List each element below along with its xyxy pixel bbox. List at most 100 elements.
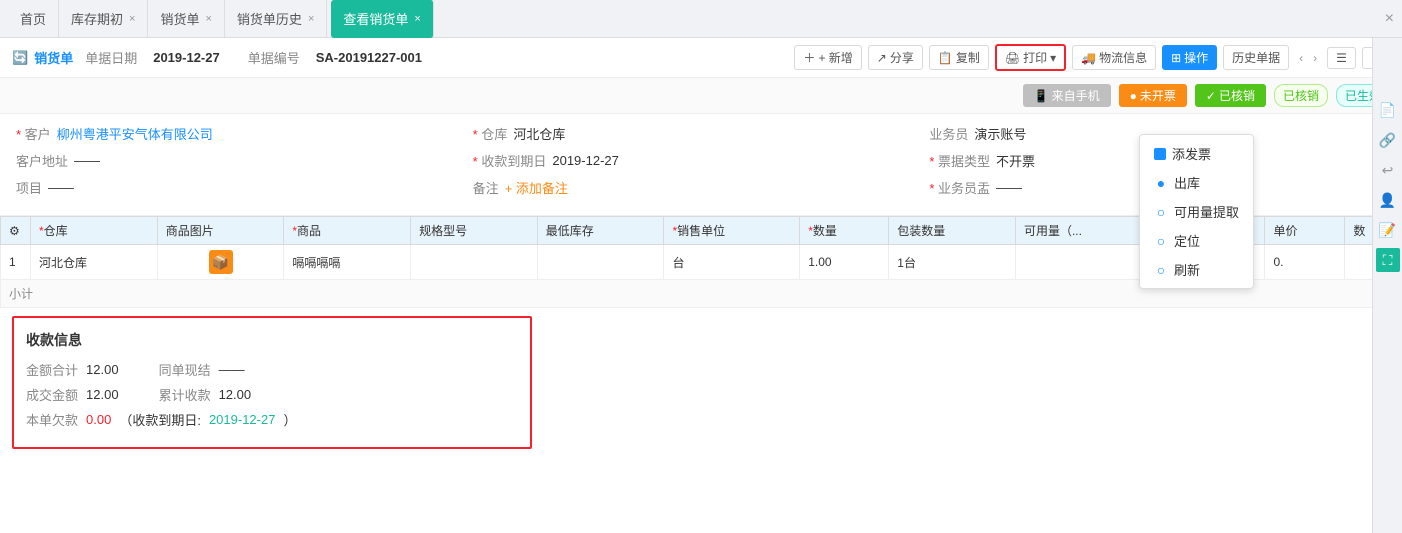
sidebar-icon-return[interactable]: ↩	[1376, 158, 1400, 182]
payment-row-1: 金额合计 12.00 同单现结 ——	[26, 360, 518, 379]
staff-value: 演示账号	[974, 124, 1026, 143]
row-product: 嗝嗝嗝嗝	[284, 245, 411, 280]
operations-button[interactable]: ⊞ 操作	[1162, 45, 1217, 70]
warehouse-value: 河北仓库	[513, 124, 565, 143]
nav-arrows: ‹ ›	[1295, 49, 1321, 67]
col-product: *商品	[284, 217, 411, 245]
refresh-icon: ○	[1154, 263, 1168, 277]
tab-sales-order[interactable]: 销货单 ×	[148, 0, 224, 38]
operations-dropdown: 添发票 ● 出库 ○ 可用量提取 ○ 定位 ○ 刷新	[1139, 134, 1254, 289]
next-arrow[interactable]: ›	[1309, 49, 1321, 67]
number-value: SA-20191227-001	[316, 50, 422, 65]
payment-title: 收款信息	[26, 330, 518, 350]
row-min-stock	[537, 245, 664, 280]
project-field: 项目 ——	[16, 178, 473, 197]
arrears-label: 本单欠款	[26, 410, 78, 429]
add-icon: ＋	[803, 49, 815, 66]
dropdown-available-qty[interactable]: ○ 可用量提取	[1140, 197, 1253, 226]
dropdown-add-invoice[interactable]: 添发票	[1140, 139, 1253, 168]
customer-label: 客户	[16, 124, 51, 143]
tab-view-sales-order[interactable]: 查看销货单 ×	[331, 0, 433, 38]
tab-bar: 首页 库存期初 × 销货单 × 销货单历史 × 查看销货单 × ×	[0, 0, 1402, 38]
operations-icon: ⊞	[1171, 51, 1181, 65]
sold-badge: 已核销	[1274, 84, 1328, 107]
action-bar: 📱 来自手机 ● 未开票 ✓ 已核销 已核销 已生效	[0, 78, 1402, 114]
share-button[interactable]: ↗ 分享	[868, 45, 923, 70]
toolbar-right: ＋ + 新增 ↗ 分享 📋 复制 🖨 打印 ▾ 🚚	[794, 44, 1390, 71]
sidebar-icon-link[interactable]: 🔗	[1376, 128, 1400, 152]
print-button[interactable]: 🖨 打印 ▾	[995, 44, 1066, 71]
row-index: 1	[1, 245, 31, 280]
from-phone-button[interactable]: 📱 来自手机	[1023, 84, 1111, 107]
customer-field: 客户 柳州粤港平安气体有限公司	[16, 124, 473, 143]
due-note-suffix: ）	[283, 410, 296, 429]
close-tab-sales-history[interactable]: ×	[308, 13, 314, 25]
tab-home[interactable]: 首页	[8, 0, 59, 38]
close-tab-inventory-init[interactable]: ×	[129, 13, 135, 25]
sidebar-icon-user[interactable]: 👤	[1376, 188, 1400, 212]
col-package-qty: 包装数量	[889, 217, 1016, 245]
col-quantity: *数量	[800, 217, 889, 245]
due-note-date: 2019-12-27	[209, 412, 276, 427]
arrears-value: 0.00	[86, 412, 111, 427]
payment-row-2: 成交金额 12.00 累计收款 12.00	[26, 385, 518, 404]
total-amount-item: 金额合计 12.00	[26, 360, 119, 379]
chevron-down-icon: ▾	[1050, 51, 1056, 65]
col-warehouse: *仓库	[31, 217, 158, 245]
phone-icon: 📱	[1034, 89, 1049, 103]
tab-inventory-init[interactable]: 库存期初 ×	[59, 0, 148, 38]
row-sales-unit: 台	[664, 245, 800, 280]
col-product-image: 商品图片	[157, 217, 284, 245]
cumulative-receipt-value: 12.00	[219, 387, 252, 402]
tickettype-label: 票据类型	[929, 151, 990, 170]
tab-sales-history[interactable]: 销货单历史 ×	[225, 0, 327, 38]
transaction-amount-item: 成交金额 12.00	[26, 385, 119, 404]
prev-arrow[interactable]: ‹	[1295, 49, 1307, 67]
date-value: 2019-12-27	[153, 50, 220, 65]
duedate-label: 收款到期日	[473, 151, 547, 170]
doc-icon: 🔄	[12, 50, 28, 66]
logistics-icon: 🚚	[1081, 51, 1096, 65]
copy-button[interactable]: 📋 复制	[929, 45, 989, 70]
payment-row-3: 本单欠款 0.00 （收款到期日: 2019-12-27 ）	[26, 410, 518, 429]
check-button[interactable]: ✓ 已核销	[1195, 84, 1266, 107]
address-field: 客户地址 ——	[16, 151, 473, 170]
available-qty-icon: ○	[1154, 205, 1168, 219]
dropdown-locate[interactable]: ○ 定位	[1140, 226, 1253, 255]
not-opened-button[interactable]: ● 未开票	[1119, 84, 1187, 107]
share-icon: ↗	[877, 51, 887, 65]
same-order-settle-item: 同单现结 ——	[159, 360, 245, 379]
row-product-image: 📦	[157, 245, 284, 280]
document-title: 🔄 销货单	[12, 48, 73, 67]
sidebar-icon-note[interactable]: 📝	[1376, 218, 1400, 242]
same-order-settle-value: ——	[219, 362, 245, 377]
close-tab-sales-order[interactable]: ×	[205, 13, 211, 25]
dropdown-refresh[interactable]: ○ 刷新	[1140, 255, 1253, 284]
copy-icon: 📋	[938, 51, 953, 65]
staff2-label: 业务员盂	[929, 178, 990, 197]
arrears-item: 本单欠款 0.00 （收款到期日: 2019-12-27 ）	[26, 410, 296, 429]
date-label: 单据日期	[85, 48, 137, 67]
warehouse-label: 仓库	[473, 124, 508, 143]
customer-value[interactable]: 柳州粤港平安气体有限公司	[57, 124, 213, 143]
row-unit-price: 0.	[1265, 245, 1345, 280]
duedate-value: 2019-12-27	[552, 153, 619, 168]
col-min-stock: 最低库存	[537, 217, 664, 245]
sidebar-icon-doc[interactable]: 📄	[1376, 98, 1400, 122]
dropdown-outbound[interactable]: ● 出库	[1140, 168, 1253, 197]
col-unit-price: 单价	[1265, 217, 1345, 245]
global-close-button[interactable]: ×	[1385, 10, 1394, 28]
same-order-settle-label: 同单现结	[159, 360, 211, 379]
sidebar-icon-expand[interactable]: ⛶	[1376, 248, 1400, 272]
transaction-amount-label: 成交金额	[26, 385, 78, 404]
logistics-button[interactable]: 🚚 物流信息	[1072, 45, 1156, 70]
add-button[interactable]: ＋ + 新增	[794, 45, 861, 70]
note-field: 备注 添加备注	[473, 178, 930, 197]
col-gear: ⚙	[1, 217, 31, 245]
history-button[interactable]: 历史单据	[1223, 45, 1289, 70]
main-content: 🔄 销货单 单据日期 2019-12-27 单据编号 SA-20191227-0…	[0, 38, 1402, 533]
col-spec: 规格型号	[411, 217, 538, 245]
add-note-button[interactable]: 添加备注	[505, 178, 568, 197]
close-tab-view-sales-order[interactable]: ×	[414, 13, 420, 25]
view-toggle-list[interactable]: ☰	[1327, 47, 1356, 69]
